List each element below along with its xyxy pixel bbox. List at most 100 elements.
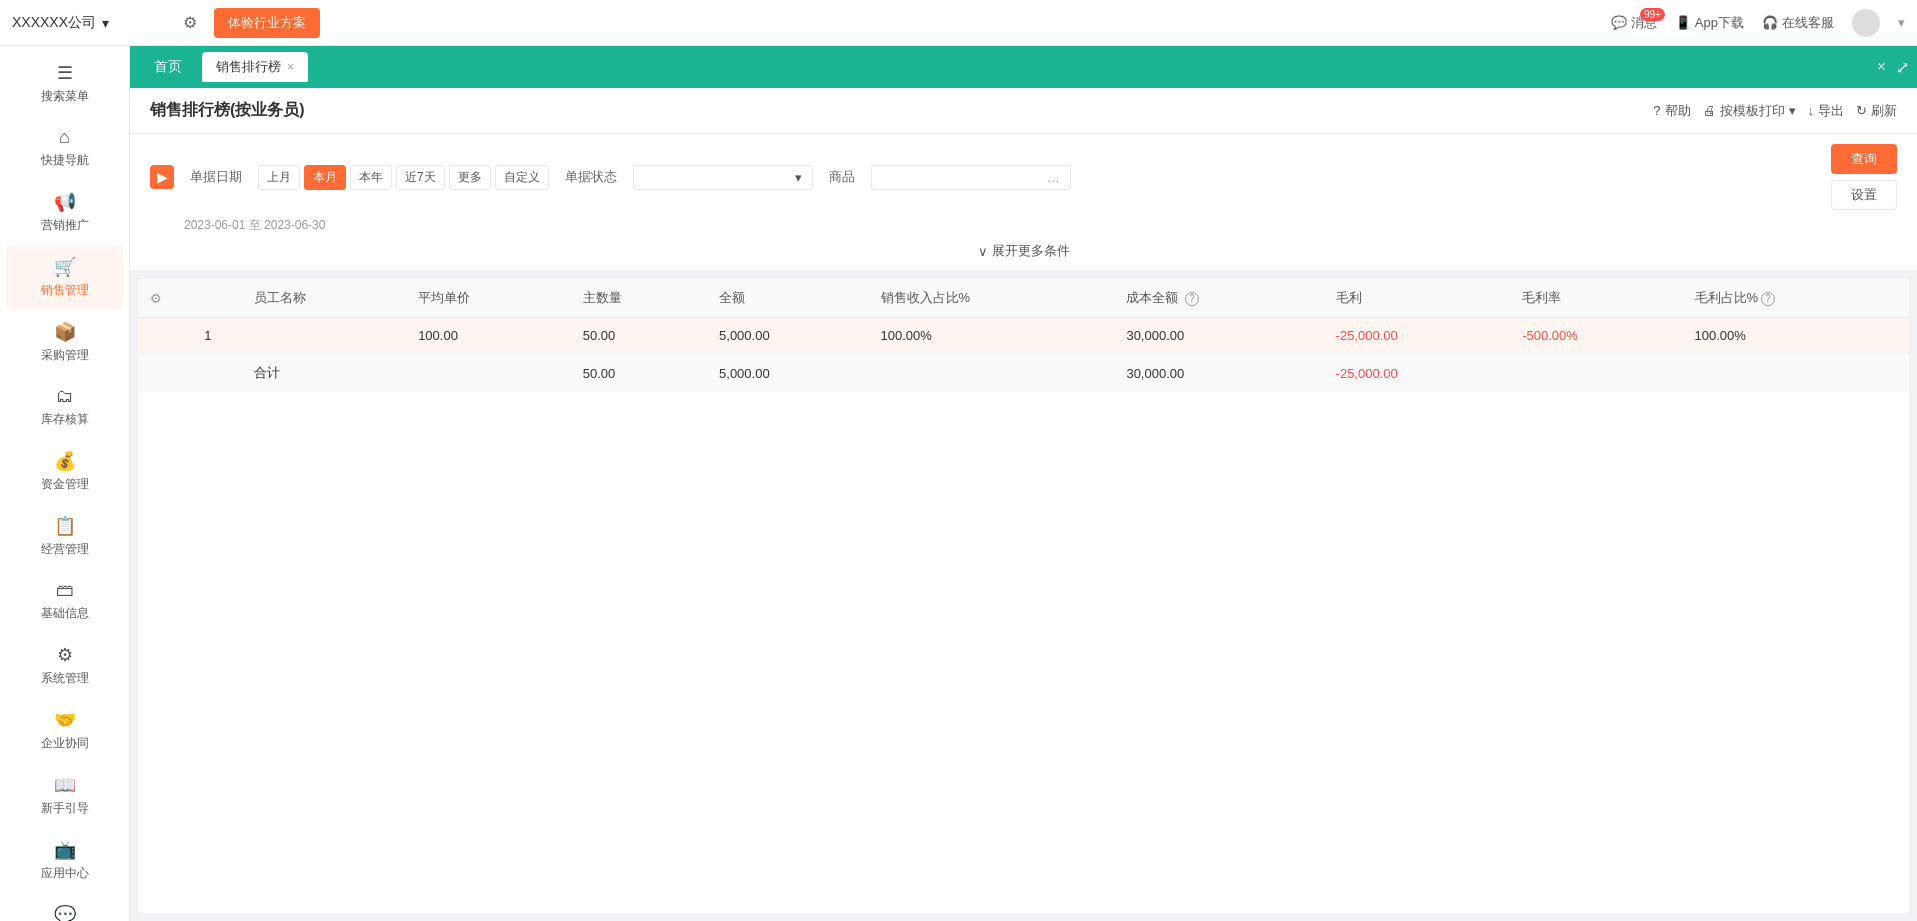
chevron-down-icon: ▾	[102, 15, 109, 31]
home-tab[interactable]: 首页	[138, 50, 198, 84]
row-rank: 1	[174, 318, 242, 354]
date-btn-5[interactable]: 自定义	[495, 165, 549, 190]
table-row[interactable]: 1 100.00 50.00 5,000.00 100.00% 30,000.0…	[138, 318, 1909, 354]
sidebar-item-sales[interactable]: 🛒 销售管理	[6, 246, 123, 309]
sidebar-item-purchase[interactable]: 📦 采购管理	[6, 311, 123, 374]
sidebar-item-search[interactable]: ☰ 搜索菜单	[6, 52, 123, 115]
sidebar-item-inventory[interactable]: 🗂 库存核算	[6, 376, 123, 438]
username-label: ▾	[1898, 15, 1905, 30]
operations-icon: 📋	[54, 515, 76, 537]
sidebar-item-quicknav[interactable]: ⌂ 快捷导航	[6, 117, 123, 179]
date-btn-0[interactable]: 上月	[258, 165, 300, 190]
status-chevron: ▾	[795, 170, 802, 185]
footer-profit: -25,000.00	[1324, 354, 1511, 393]
print-icon: 🖨	[1703, 103, 1716, 118]
sidebar-label-sales: 销售管理	[41, 282, 89, 299]
expand-more-btn[interactable]: ∨ 展开更多条件	[978, 242, 1070, 260]
collab-icon: 🤝	[54, 709, 76, 731]
appstore-icon: 📺	[54, 839, 76, 861]
row-avg-price: 100.00	[406, 318, 571, 354]
gear-icon[interactable]: ⚙	[176, 9, 204, 37]
company-selector[interactable]: XXXXXX公司 ▾	[12, 14, 172, 32]
col-profit: 毛利	[1324, 279, 1511, 318]
date-btn-3[interactable]: 近7天	[396, 165, 445, 190]
sidebar-label-appstore: 应用中心	[41, 865, 89, 882]
row-profit: -25,000.00	[1324, 318, 1511, 354]
sidebar-label-collab: 企业协同	[41, 735, 89, 752]
avatar[interactable]	[1852, 9, 1880, 37]
sidebar-label-inventory: 库存核算	[41, 411, 89, 428]
filter-actions: 查询 设置	[1831, 144, 1897, 210]
row-name	[242, 318, 407, 354]
date-btn-2[interactable]: 本年	[350, 165, 392, 190]
sidebar-item-appstore[interactable]: 📺 应用中心	[6, 829, 123, 892]
print-action[interactable]: 🖨 按模板打印 ▾	[1703, 102, 1796, 120]
sales-icon: 🛒	[54, 256, 76, 278]
sales-ranking-tab[interactable]: 销售排行榜 ×	[202, 52, 308, 82]
cost-info-icon[interactable]: ?	[1185, 292, 1199, 306]
message-icon-item[interactable]: 💬 消息 99+	[1611, 14, 1657, 32]
footer-profit-pct	[1683, 354, 1909, 393]
page-header-actions: ? 帮助 🖨 按模板打印 ▾ ↓ 导出 ↻ 刷新	[1653, 102, 1897, 120]
date-range-text: 2023-06-01 至 2023-06-30	[184, 217, 325, 234]
footer-main-qty: 50.00	[571, 354, 707, 393]
print-label: 按模板打印	[1720, 102, 1785, 120]
sidebar-label-quicknav: 快捷导航	[41, 152, 89, 169]
refresh-label: 刷新	[1871, 102, 1897, 120]
col-settings[interactable]: ⚙	[138, 279, 174, 318]
export-action[interactable]: ↓ 导出	[1808, 102, 1845, 120]
window-expand-icon[interactable]: ⤢	[1896, 58, 1909, 77]
chevron-down-icon: ∨	[978, 244, 988, 259]
sidebar-item-operations[interactable]: 📋 经营管理	[6, 505, 123, 568]
status-filter-label: 单据状态	[565, 168, 617, 186]
col-sales-pct: 销售收入占比%	[869, 279, 1115, 318]
date-btn-1[interactable]: 本月	[304, 165, 346, 190]
row-profit-pct: 100.00%	[1683, 318, 1909, 354]
service-item[interactable]: 🎧 在线客服	[1762, 14, 1834, 32]
profit-pct-info-icon[interactable]: ?	[1761, 292, 1775, 306]
export-label: 导出	[1818, 102, 1844, 120]
help-action[interactable]: ? 帮助	[1653, 102, 1690, 120]
footer-empty1	[138, 354, 174, 393]
wechat-icon: 💬	[54, 904, 76, 921]
filter-row: ▶ 单据日期 上月本月本年近7天更多自定义 单据状态 ▾ 商品 … 查询	[150, 144, 1897, 210]
sidebar-label-system: 系统管理	[41, 670, 89, 687]
page-content: 销售排行榜(按业务员) ? 帮助 🖨 按模板打印 ▾ ↓ 导出	[130, 88, 1917, 921]
help-icon: ?	[1653, 103, 1660, 118]
sidebar-item-finance[interactable]: 💰 资金管理	[6, 440, 123, 503]
date-btn-4[interactable]: 更多	[449, 165, 491, 190]
print-chevron: ▾	[1789, 103, 1796, 118]
sidebar-item-basic[interactable]: 🗃 基础信息	[6, 570, 123, 632]
query-button[interactable]: 查询	[1831, 144, 1897, 174]
close-tab-icon[interactable]: ×	[287, 60, 294, 74]
tab-bar: 首页 销售排行榜 × × ⤢	[130, 46, 1917, 88]
table-head: ⚙ 员工名称 平均单价 主数量 全额 销售收入占比% 成本全额 ? 毛利 毛利率…	[138, 279, 1909, 318]
footer-amount: 5,000.00	[707, 354, 869, 393]
sidebar-label-marketing: 营销推广	[41, 217, 89, 234]
status-select[interactable]: ▾	[633, 165, 813, 190]
goods-more-icon: …	[1047, 170, 1060, 185]
refresh-icon: ↻	[1856, 103, 1867, 118]
date-range-row: 2023-06-01 至 2023-06-30	[150, 214, 1897, 234]
sidebar-label-purchase: 采购管理	[41, 347, 89, 364]
sidebar-item-newbie[interactable]: 📖 新手引导	[6, 764, 123, 827]
sidebar-item-collab[interactable]: 🤝 企业协同	[6, 699, 123, 762]
footer-sales-pct	[869, 354, 1115, 393]
app-download-item[interactable]: 📱 App下载	[1675, 14, 1744, 32]
row-cost: 30,000.00	[1114, 318, 1323, 354]
help-label: 帮助	[1665, 102, 1691, 120]
inventory-icon: 🗂	[56, 386, 74, 407]
col-name: 员工名称	[242, 279, 407, 318]
filter-expand-arrow[interactable]: ▶	[150, 165, 174, 189]
refresh-action[interactable]: ↻ 刷新	[1856, 102, 1897, 120]
newbie-icon: 📖	[54, 774, 76, 796]
window-close-icon[interactable]: ×	[1877, 58, 1886, 76]
finance-icon: 💰	[54, 450, 76, 472]
goods-input[interactable]: …	[871, 165, 1071, 190]
main-layout: ☰ 搜索菜单 ⌂ 快捷导航 📢 营销推广 🛒 销售管理 📦 采购管理 🗂 库存核…	[0, 46, 1917, 921]
sidebar-item-wechat[interactable]: 💬 企业微信	[6, 894, 123, 921]
sidebar-item-marketing[interactable]: 📢 营销推广	[6, 181, 123, 244]
settings-button[interactable]: 设置	[1831, 180, 1897, 210]
sidebar-item-system[interactable]: ⚙ 系统管理	[6, 634, 123, 697]
trial-button[interactable]: 体验行业方案	[214, 8, 320, 38]
